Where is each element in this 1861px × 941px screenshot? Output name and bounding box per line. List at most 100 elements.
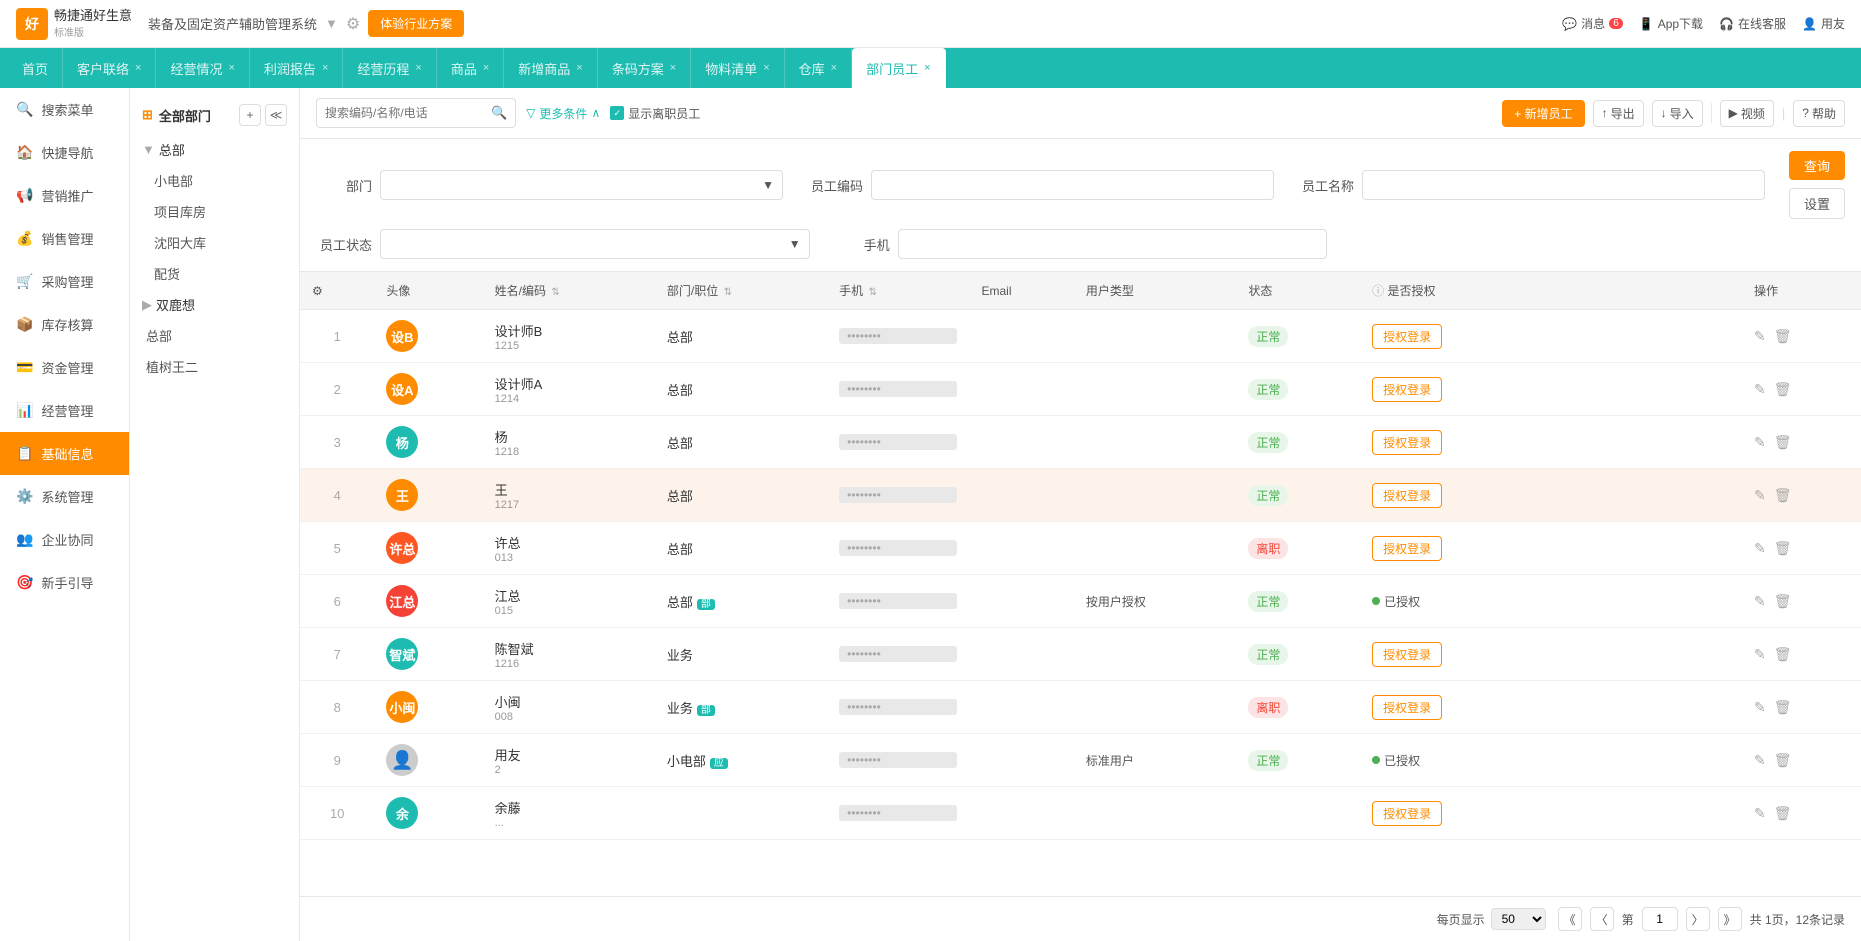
delete-icon[interactable]: 🗑 <box>1774 381 1792 398</box>
trial-button[interactable]: 体验行业方案 <box>368 10 464 37</box>
edit-icon[interactable]: ✎ <box>1754 434 1766 451</box>
auth-login-button[interactable]: 授权登录 <box>1372 324 1442 349</box>
close-icon[interactable]: × <box>415 62 421 74</box>
query-button[interactable]: 查询 <box>1789 151 1845 180</box>
edit-icon[interactable]: ✎ <box>1754 487 1766 504</box>
delete-icon[interactable]: 🗑 <box>1774 434 1792 451</box>
auth-login-button[interactable]: 授权登录 <box>1372 536 1442 561</box>
tree-item-xiaodibu[interactable]: 小电部 <box>130 165 299 196</box>
message-btn[interactable]: 💬 消息 6 <box>1562 15 1623 32</box>
edit-icon[interactable]: ✎ <box>1754 699 1766 716</box>
tab-home[interactable]: 首页 <box>8 48 63 88</box>
tab-barcode[interactable]: 条码方案 × <box>598 48 691 88</box>
search-box[interactable]: 🔍 <box>316 98 516 128</box>
help-button[interactable]: ? 帮助 <box>1793 100 1845 127</box>
app-download-btn[interactable]: 📱 App下载 <box>1639 15 1703 32</box>
auth-login-button[interactable]: 授权登录 <box>1372 642 1442 667</box>
tab-bom[interactable]: 物料清单 × <box>691 48 784 88</box>
dept-select[interactable]: ▼ <box>380 170 783 200</box>
col-phone[interactable]: 手机 ⇅ <box>827 272 969 310</box>
sidebar-item-operations[interactable]: 📊 经营管理 <box>0 389 129 432</box>
video-button[interactable]: ▶ 视频 <box>1720 100 1774 127</box>
close-icon[interactable]: × <box>483 62 489 74</box>
show-inactive-toggle[interactable]: ✓ 显示离职员工 <box>610 105 700 122</box>
phone-input[interactable] <box>898 229 1328 259</box>
close-icon[interactable]: × <box>322 62 328 74</box>
edit-icon[interactable]: ✎ <box>1754 646 1766 663</box>
edit-icon[interactable]: ✎ <box>1754 752 1766 769</box>
next-page-btn[interactable]: 〉 <box>1686 907 1710 931</box>
tree-group-headquarters[interactable]: ▼ 总部 <box>130 134 299 165</box>
dropdown-icon[interactable]: ▼ <box>325 16 338 31</box>
delete-icon[interactable]: 🗑 <box>1774 593 1792 610</box>
per-page-select[interactable]: 50 20 100 <box>1491 908 1546 930</box>
auth-login-button[interactable]: 授权登录 <box>1372 801 1442 826</box>
edit-icon[interactable]: ✎ <box>1754 381 1766 398</box>
close-icon[interactable]: × <box>670 62 676 74</box>
col-name[interactable]: 姓名/编码 ⇅ <box>483 272 655 310</box>
name-input[interactable] <box>1362 170 1765 200</box>
delete-icon[interactable]: 🗑 <box>1774 805 1792 822</box>
tree-item-distribution[interactable]: 配货 <box>130 258 299 289</box>
user-btn[interactable]: 👤 用友 <box>1802 15 1845 32</box>
tab-dept-employee[interactable]: 部门员工 × <box>852 48 945 88</box>
sidebar-item-marketing[interactable]: 📢 营销推广 <box>0 174 129 217</box>
close-icon[interactable]: × <box>576 62 582 74</box>
delete-icon[interactable]: 🗑 <box>1774 540 1792 557</box>
export-button[interactable]: ↑ 导出 <box>1593 100 1644 127</box>
edit-icon[interactable]: ✎ <box>1754 805 1766 822</box>
filter-btn[interactable]: ▽ 更多条件 ∧ <box>526 105 600 122</box>
sidebar-item-system[interactable]: ⚙️ 系统管理 <box>0 475 129 518</box>
close-icon[interactable]: × <box>831 62 837 74</box>
delete-icon[interactable]: 🗑 <box>1774 699 1792 716</box>
last-page-btn[interactable]: 》 <box>1718 907 1742 931</box>
close-icon[interactable]: × <box>924 62 930 74</box>
code-input[interactable] <box>871 170 1274 200</box>
col-settings[interactable]: ⚙ <box>300 272 374 310</box>
tab-history[interactable]: 经营历程 × <box>343 48 436 88</box>
delete-icon[interactable]: 🗑 <box>1774 328 1792 345</box>
first-page-btn[interactable]: 《 <box>1558 907 1582 931</box>
delete-icon[interactable]: 🗑 <box>1774 752 1792 769</box>
status-select[interactable]: ▼ <box>380 229 810 259</box>
prev-page-btn[interactable]: 〈 <box>1590 907 1614 931</box>
tree-collapse-btn[interactable]: ≪ <box>265 104 287 126</box>
import-button[interactable]: ↓ 导入 <box>1652 100 1703 127</box>
auth-login-button[interactable]: 授权登录 <box>1372 483 1442 508</box>
add-employee-button[interactable]: + 新增员工 <box>1502 100 1584 127</box>
edit-icon[interactable]: ✎ <box>1754 540 1766 557</box>
sidebar-item-nav[interactable]: 🏠 快捷导航 <box>0 131 129 174</box>
sidebar-item-guide[interactable]: 🎯 新手引导 <box>0 561 129 604</box>
edit-icon[interactable]: ✎ <box>1754 328 1766 345</box>
tab-warehouse[interactable]: 仓库 × <box>785 48 852 88</box>
sidebar-item-search[interactable]: 🔍 搜索菜单 <box>0 88 129 131</box>
sidebar-item-basic[interactable]: 📋 基础信息 <box>0 432 129 475</box>
sidebar-item-purchase[interactable]: 🛒 采购管理 <box>0 260 129 303</box>
delete-icon[interactable]: 🗑 <box>1774 487 1792 504</box>
close-icon[interactable]: × <box>763 62 769 74</box>
tab-business[interactable]: 经营情况 × <box>156 48 249 88</box>
auth-login-button[interactable]: 授权登录 <box>1372 377 1442 402</box>
col-dept[interactable]: 部门/职位 ⇅ <box>655 272 827 310</box>
edit-icon[interactable]: ✎ <box>1754 593 1766 610</box>
tab-customer[interactable]: 客户联络 × <box>63 48 156 88</box>
page-input[interactable] <box>1642 907 1678 931</box>
settings-icon[interactable]: ⚙ <box>346 14 360 34</box>
delete-icon[interactable]: 🗑 <box>1774 646 1792 663</box>
sidebar-item-sales[interactable]: 💰 销售管理 <box>0 217 129 260</box>
reset-button[interactable]: 设置 <box>1789 188 1845 219</box>
auth-login-button[interactable]: 授权登录 <box>1372 695 1442 720</box>
tab-add-goods[interactable]: 新增商品 × <box>504 48 597 88</box>
tab-goods[interactable]: 商品 × <box>437 48 504 88</box>
sidebar-item-finance[interactable]: 💳 资金管理 <box>0 346 129 389</box>
online-service-btn[interactable]: 🎧 在线客服 <box>1719 15 1786 32</box>
tree-item-project[interactable]: 项目库房 <box>130 196 299 227</box>
search-input[interactable] <box>325 106 485 120</box>
tab-profit[interactable]: 利润报告 × <box>250 48 343 88</box>
auth-login-button[interactable]: 授权登录 <box>1372 430 1442 455</box>
sidebar-item-inventory[interactable]: 📦 库存核算 <box>0 303 129 346</box>
sidebar-item-collab[interactable]: 👥 企业协同 <box>0 518 129 561</box>
tree-item-zhishu[interactable]: 植树王二 <box>130 351 299 382</box>
close-icon[interactable]: × <box>135 62 141 74</box>
close-icon[interactable]: × <box>228 62 234 74</box>
